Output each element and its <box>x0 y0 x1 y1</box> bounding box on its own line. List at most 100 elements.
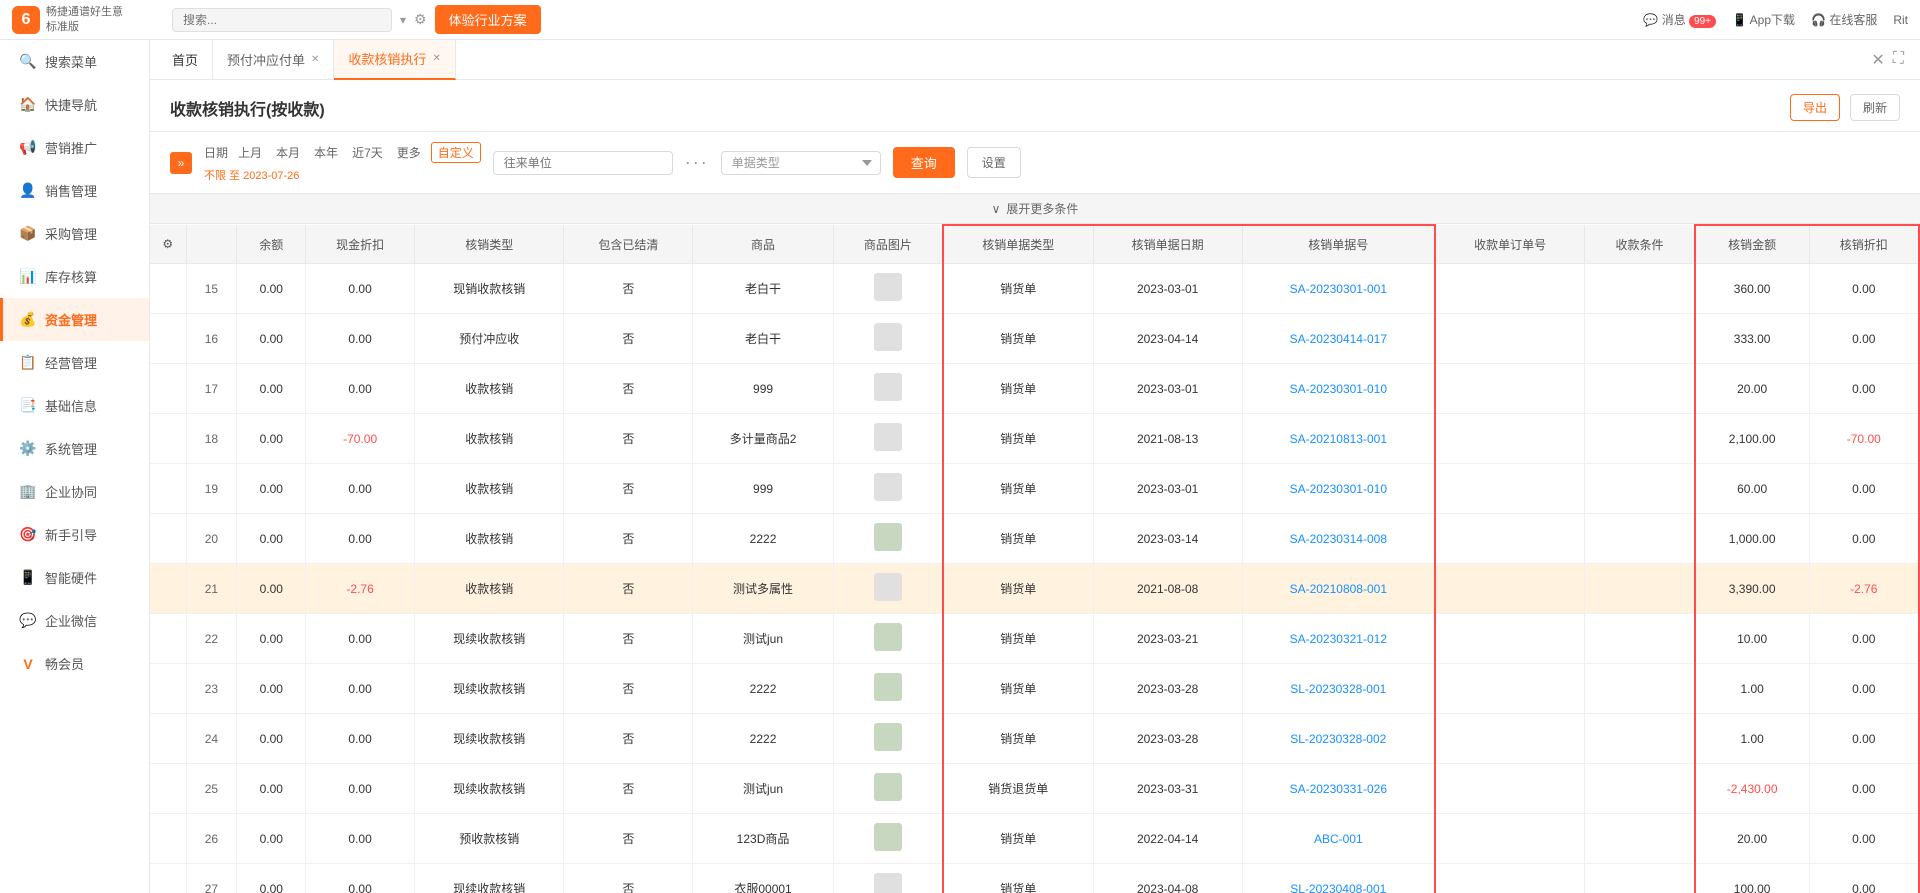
cell-bill-date: 2023-04-08 <box>1093 864 1242 893</box>
settings-icon[interactable]: ⚙ <box>414 11 427 28</box>
date-option-last-month[interactable]: 上月 <box>234 142 266 163</box>
cell-bill-type: 销货单 <box>943 814 1093 864</box>
sidebar-item-guide[interactable]: 🎯 新手引导 <box>0 513 149 556</box>
cell-bill-type: 销货单 <box>943 664 1093 714</box>
date-option-7days[interactable]: 近7天 <box>348 142 387 163</box>
sidebar-item-inventory[interactable]: 📊 库存核算 <box>0 255 149 298</box>
cell-bill-no[interactable]: SL-20230328-002 <box>1242 714 1435 764</box>
expand-window-icon[interactable]: ⛶ <box>1893 50 1904 70</box>
cell-bill-no[interactable]: SL-20230408-001 <box>1242 864 1435 893</box>
voucher-type-select[interactable]: 单据类型 <box>721 151 881 175</box>
sidebar-item-wechat[interactable]: 💬 企业微信 <box>0 599 149 642</box>
dropdown-arrow-icon[interactable]: ▾ <box>400 13 406 27</box>
date-option-more[interactable]: 更多 <box>393 142 425 163</box>
cell-receipt-order-no <box>1435 464 1585 514</box>
row-settings[interactable] <box>150 414 186 464</box>
cell-receipt-condition <box>1585 464 1695 514</box>
cell-bill-no[interactable]: SA-20230321-012 <box>1242 614 1435 664</box>
cell-writeoff-amount: 1.00 <box>1695 664 1809 714</box>
tab-prepay[interactable]: 预付冲应付单 ✕ <box>213 40 334 80</box>
cell-writeoff-type: 预收款核销 <box>415 814 564 864</box>
cell-bill-date: 2023-04-14 <box>1093 314 1242 364</box>
tab-writeoff[interactable]: 收款核销执行 ✕ <box>334 40 455 80</box>
row-settings[interactable] <box>150 314 186 364</box>
cell-bill-no[interactable]: SL-20230328-001 <box>1242 664 1435 714</box>
message-area[interactable]: 💬 消息 99+ <box>1643 11 1716 28</box>
sidebar-item-enterprise[interactable]: 🏢 企业协同 <box>0 470 149 513</box>
cell-writeoff-discount: 0.00 <box>1809 664 1919 714</box>
row-settings[interactable] <box>150 664 186 714</box>
cell-bill-date: 2023-03-01 <box>1093 264 1242 314</box>
cell-bill-type: 销货单 <box>943 864 1093 893</box>
row-settings[interactable] <box>150 564 186 614</box>
expand-more-bar[interactable]: ∨ 展开更多条件 <box>150 194 1920 224</box>
row-settings[interactable] <box>150 364 186 414</box>
sidebar-item-quick-nav[interactable]: 🏠 快捷导航 <box>0 83 149 126</box>
cell-cash-discount: 0.00 <box>306 314 415 364</box>
row-settings[interactable] <box>150 264 186 314</box>
col-settings[interactable]: ⚙ <box>150 225 186 264</box>
cell-bill-no[interactable]: SA-20230301-010 <box>1242 364 1435 414</box>
cell-goods: 2222 <box>693 514 833 564</box>
sidebar-item-search-menu[interactable]: 🔍 搜索菜单 <box>0 40 149 83</box>
sidebar-item-system[interactable]: ⚙️ 系统管理 <box>0 427 149 470</box>
row-settings[interactable] <box>150 614 186 664</box>
party-input[interactable] <box>493 151 673 175</box>
refresh-button[interactable]: 刷新 <box>1850 94 1900 121</box>
query-button[interactable]: 查询 <box>893 147 955 178</box>
cell-bill-no[interactable]: ABC-001 <box>1242 814 1435 864</box>
cell-balance: 0.00 <box>237 464 306 514</box>
settings-button[interactable]: 设置 <box>967 147 1021 178</box>
cell-bill-no[interactable]: SA-20230301-001 <box>1242 264 1435 314</box>
row-settings[interactable] <box>150 764 186 814</box>
cell-goods: 多计量商品2 <box>693 414 833 464</box>
date-option-this-year[interactable]: 本年 <box>310 142 342 163</box>
top-right-area: 💬 消息 99+ 📱 App下载 🎧 在线客服 Rit <box>1643 11 1908 28</box>
user-name[interactable]: Rit <box>1893 13 1908 27</box>
close-window-icon[interactable]: ✕ <box>1871 50 1884 70</box>
industry-solution-button[interactable]: 体验行业方案 <box>435 5 541 34</box>
date-custom-button[interactable]: 自定义 <box>431 142 481 163</box>
app-download-link[interactable]: 📱 App下载 <box>1732 11 1795 28</box>
date-option-this-month[interactable]: 本月 <box>272 142 304 163</box>
page-content: 收款核销执行(按收款) 导出 刷新 » 日期 上月 本月 本年 近7天 更多 <box>150 80 1920 893</box>
close-tab-icon[interactable]: ✕ <box>311 54 319 65</box>
sidebar-item-vip[interactable]: V 畅会员 <box>0 642 149 685</box>
row-settings[interactable] <box>150 464 186 514</box>
cell-bill-no[interactable]: SA-20230314-008 <box>1242 514 1435 564</box>
sidebar-item-business[interactable]: 📋 经营管理 <box>0 341 149 384</box>
row-settings[interactable] <box>150 514 186 564</box>
cell-include-settled: 否 <box>564 464 693 514</box>
tab-home[interactable]: 首页 <box>158 40 213 80</box>
cell-balance: 0.00 <box>237 814 306 864</box>
row-settings[interactable] <box>150 714 186 764</box>
cell-bill-no[interactable]: SA-20210808-001 <box>1242 564 1435 614</box>
column-settings-icon[interactable]: ⚙ <box>162 237 173 251</box>
online-service-link[interactable]: 🎧 在线客服 <box>1811 11 1877 28</box>
cell-writeoff-type: 收款核销 <box>415 564 564 614</box>
cell-bill-no[interactable]: SA-20210813-001 <box>1242 414 1435 464</box>
cell-bill-no[interactable]: SA-20230301-010 <box>1242 464 1435 514</box>
cell-goods-img <box>833 264 943 314</box>
row-settings[interactable] <box>150 814 186 864</box>
cell-balance: 0.00 <box>237 364 306 414</box>
cell-bill-no[interactable]: SA-20230331-026 <box>1242 764 1435 814</box>
cell-receipt-condition <box>1585 314 1695 364</box>
cell-cash-discount: 0.00 <box>306 264 415 314</box>
sidebar-item-purchase[interactable]: 📦 采购管理 <box>0 212 149 255</box>
sidebar-item-marketing[interactable]: 📢 营销推广 <box>0 126 149 169</box>
filter-expand-button[interactable]: » <box>170 152 192 174</box>
table-row: 23 0.00 0.00 现续收款核销 否 2222 销货单 2023-03-2… <box>150 664 1919 714</box>
export-button[interactable]: 导出 <box>1790 94 1840 121</box>
cell-bill-type: 销货单 <box>943 714 1093 764</box>
row-number: 25 <box>186 764 237 814</box>
cell-bill-no[interactable]: SA-20230414-017 <box>1242 314 1435 364</box>
top-search-input[interactable] <box>172 8 392 32</box>
sidebar-item-finance[interactable]: 💰 资金管理 <box>0 298 149 341</box>
sidebar-item-basic[interactable]: 📑 基础信息 <box>0 384 149 427</box>
close-tab-icon[interactable]: ✕ <box>432 53 440 64</box>
cell-goods: 测试多属性 <box>693 564 833 614</box>
row-settings[interactable] <box>150 864 186 893</box>
sidebar-item-hardware[interactable]: 📱 智能硬件 <box>0 556 149 599</box>
sidebar-item-sales[interactable]: 👤 销售管理 <box>0 169 149 212</box>
